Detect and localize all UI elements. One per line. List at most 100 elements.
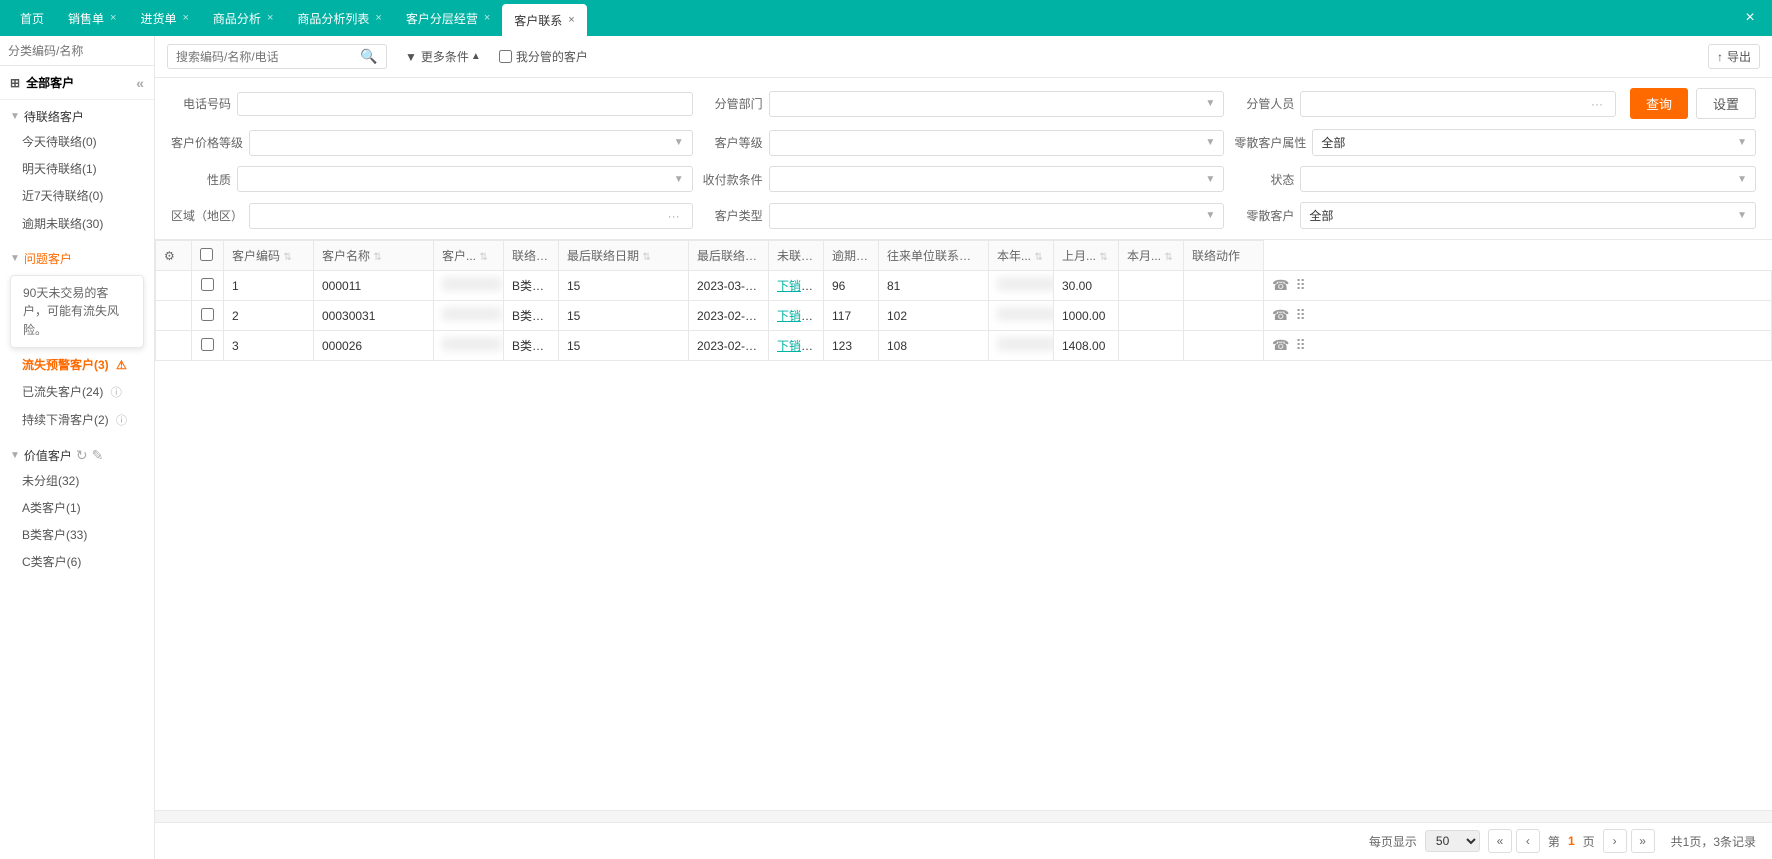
page-size-select[interactable]: 50 100 200 bbox=[1425, 830, 1480, 852]
first-page-button[interactable]: « bbox=[1488, 829, 1512, 853]
tab-product-analysis-list-close[interactable]: × bbox=[375, 12, 381, 24]
tab-customer-contact-close[interactable]: × bbox=[568, 14, 574, 26]
select-all-checkbox[interactable] bbox=[200, 248, 213, 261]
person-dots[interactable]: ··· bbox=[1587, 97, 1607, 111]
sidebar-item-tomorrow[interactable]: 明天待联络(1) bbox=[0, 156, 154, 183]
row-more-icon-2[interactable]: ⠿ bbox=[1295, 337, 1305, 354]
lastmonth-sort-icon[interactable]: ⇅ bbox=[1099, 252, 1107, 263]
pending-contact-header[interactable]: ▼ 待联络客户 bbox=[0, 104, 154, 129]
person-select[interactable]: ··· bbox=[1300, 91, 1616, 117]
uncontact-sort-icon[interactable]: ⇅ bbox=[814, 252, 822, 263]
my-customer-checkbox-input[interactable] bbox=[499, 50, 512, 63]
contact-sort-icon[interactable]: ⇅ bbox=[549, 252, 557, 263]
row-lastway-link-0[interactable]: 下销货单 bbox=[777, 279, 824, 293]
region-select[interactable]: ··· bbox=[249, 203, 693, 229]
my-customer-filter[interactable]: 我分管的客户 bbox=[499, 48, 588, 65]
price-grade-select[interactable]: ▼ bbox=[249, 130, 693, 156]
row-lastway-1[interactable]: 下销货单 bbox=[769, 301, 824, 331]
row-more-icon-1[interactable]: ⠿ bbox=[1295, 307, 1305, 324]
customer-grade-select[interactable]: ▼ bbox=[769, 130, 1225, 156]
sidebar-item-7days[interactable]: 近7天待联络(0) bbox=[0, 183, 154, 210]
name-sort-icon[interactable]: ⇅ bbox=[373, 252, 381, 263]
row-check-1[interactable] bbox=[192, 301, 224, 331]
dept-select[interactable]: ▼ bbox=[769, 91, 1225, 117]
row-checkbox-0[interactable] bbox=[201, 278, 214, 291]
row-gear-1 bbox=[156, 301, 192, 331]
code-sort-icon[interactable]: ⇅ bbox=[283, 252, 291, 263]
main-search-icon[interactable]: 🔍 bbox=[360, 48, 377, 65]
sidebar-item-c-class[interactable]: C类客户(6) bbox=[0, 549, 154, 576]
tab-home[interactable]: 首页 bbox=[8, 0, 56, 36]
row-contact-icon-2[interactable]: ☎ bbox=[1272, 337, 1289, 354]
value-customer-header[interactable]: ▼ 价值客户 ↻ ✎ bbox=[0, 443, 154, 468]
row-check-0[interactable] bbox=[192, 271, 224, 301]
row-check-2[interactable] bbox=[192, 331, 224, 361]
value-customer-edit-icon[interactable]: ✎ bbox=[92, 447, 104, 464]
overdue-sort-icon[interactable]: ⇅ bbox=[869, 252, 877, 263]
filter-row-dept: 分管部门 ▼ bbox=[703, 88, 1225, 119]
type-sort-icon[interactable]: ⇅ bbox=[479, 252, 487, 263]
scatter-select[interactable]: 全部 ▼ bbox=[1300, 202, 1756, 229]
main-search-input[interactable] bbox=[176, 50, 356, 64]
last-page-button[interactable]: » bbox=[1631, 829, 1655, 853]
tab-customer-contact[interactable]: 客户联系 × bbox=[502, 4, 586, 36]
thismonth-sort-icon[interactable]: ⇅ bbox=[1164, 252, 1172, 263]
tab-sales[interactable]: 销售单 × bbox=[56, 0, 128, 36]
region-dots[interactable]: ··· bbox=[664, 209, 684, 223]
unit-sort-icon[interactable]: ⇅ bbox=[974, 252, 982, 263]
payment-select[interactable]: ▼ bbox=[769, 166, 1225, 192]
setting-button[interactable]: 设置 bbox=[1696, 88, 1756, 119]
phone-input[interactable] bbox=[237, 92, 693, 116]
sidebar-item-overdue-contact[interactable]: 逾期未联络(30) bbox=[0, 211, 154, 238]
th-check[interactable] bbox=[192, 241, 224, 271]
tab-customer-segment[interactable]: 客户分层经营 × bbox=[394, 0, 502, 36]
tab-sales-close[interactable]: × bbox=[110, 12, 116, 24]
export-button[interactable]: ↑ 导出 bbox=[1708, 44, 1760, 69]
sidebar-collapse-icon[interactable]: « bbox=[136, 75, 144, 91]
row-lastway-link-2[interactable]: 下销货单 bbox=[777, 339, 824, 353]
row-lastway-0[interactable]: 下销货单 bbox=[769, 271, 824, 301]
more-filter-button[interactable]: ▼ 更多条件 ▲ bbox=[397, 45, 489, 68]
sidebar-item-churned[interactable]: 已流失客户(24) ⓘ bbox=[0, 379, 154, 407]
scatter-attr-select[interactable]: 全部 ▼ bbox=[1312, 129, 1756, 156]
close-all-button[interactable]: × bbox=[1736, 4, 1764, 32]
row-lastway-link-1[interactable]: 下销货单 bbox=[777, 309, 824, 323]
sidebar-search-input[interactable] bbox=[8, 44, 155, 58]
row-checkbox-2[interactable] bbox=[201, 338, 214, 351]
sidebar-item-ungrouped[interactable]: 未分组(32) bbox=[0, 468, 154, 495]
tab-product-analysis-close[interactable]: × bbox=[267, 12, 273, 24]
lastdate-sort-icon[interactable]: ⇅ bbox=[642, 252, 650, 263]
row-more-icon-0[interactable]: ⠿ bbox=[1295, 277, 1305, 294]
row-contact-icon-0[interactable]: ☎ bbox=[1272, 277, 1289, 294]
sidebar-item-a-class[interactable]: A类客户(1) bbox=[0, 495, 154, 522]
sidebar-item-b-class[interactable]: B类客户(33) bbox=[0, 522, 154, 549]
sidebar-item-today[interactable]: 今天待联络(0) bbox=[0, 129, 154, 156]
horizontal-scrollbar[interactable] bbox=[155, 810, 1772, 822]
problem-customer-header[interactable]: ▼ 问题客户 bbox=[0, 246, 154, 271]
tab-purchase[interactable]: 进货单 × bbox=[128, 0, 200, 36]
row-contact-icon-1[interactable]: ☎ bbox=[1272, 307, 1289, 324]
row-lastmonth-1 bbox=[1119, 301, 1184, 331]
sidebar-item-declining[interactable]: 持续下滑客户(2) ⓘ bbox=[0, 407, 154, 435]
advanced-filter-panel: 电话号码 分管部门 ▼ 分管人员 ··· 查询 bbox=[155, 78, 1772, 240]
next-page-button[interactable]: › bbox=[1603, 829, 1627, 853]
sidebar-all-customers[interactable]: ⊞ 全部客户 « bbox=[0, 66, 154, 100]
row-checkbox-1[interactable] bbox=[201, 308, 214, 321]
churned-info-icon: ⓘ bbox=[111, 387, 122, 399]
row-num-0: 1 bbox=[224, 271, 314, 301]
year-sort-icon[interactable]: ⇅ bbox=[1034, 252, 1042, 263]
customer-type-select[interactable]: ▼ bbox=[769, 203, 1225, 229]
th-gear[interactable]: ⚙ bbox=[156, 241, 192, 271]
sidebar-item-churn-warning[interactable]: 流失预警客户(3) ⚠ bbox=[0, 352, 154, 379]
row-lastdate-0: 2023-03-02 10:30: bbox=[689, 271, 769, 301]
row-lastway-2[interactable]: 下销货单 bbox=[769, 331, 824, 361]
nature-select[interactable]: ▼ bbox=[237, 166, 693, 192]
tab-product-analysis-list[interactable]: 商品分析列表 × bbox=[285, 0, 393, 36]
status-select[interactable]: ▼ bbox=[1300, 166, 1756, 192]
value-customer-refresh-icon[interactable]: ↻ bbox=[76, 447, 88, 464]
query-button[interactable]: 查询 bbox=[1630, 88, 1688, 119]
tab-customer-segment-close[interactable]: × bbox=[484, 12, 490, 24]
tab-purchase-close[interactable]: × bbox=[182, 12, 188, 24]
prev-page-button[interactable]: ‹ bbox=[1516, 829, 1540, 853]
tab-product-analysis[interactable]: 商品分析 × bbox=[201, 0, 285, 36]
